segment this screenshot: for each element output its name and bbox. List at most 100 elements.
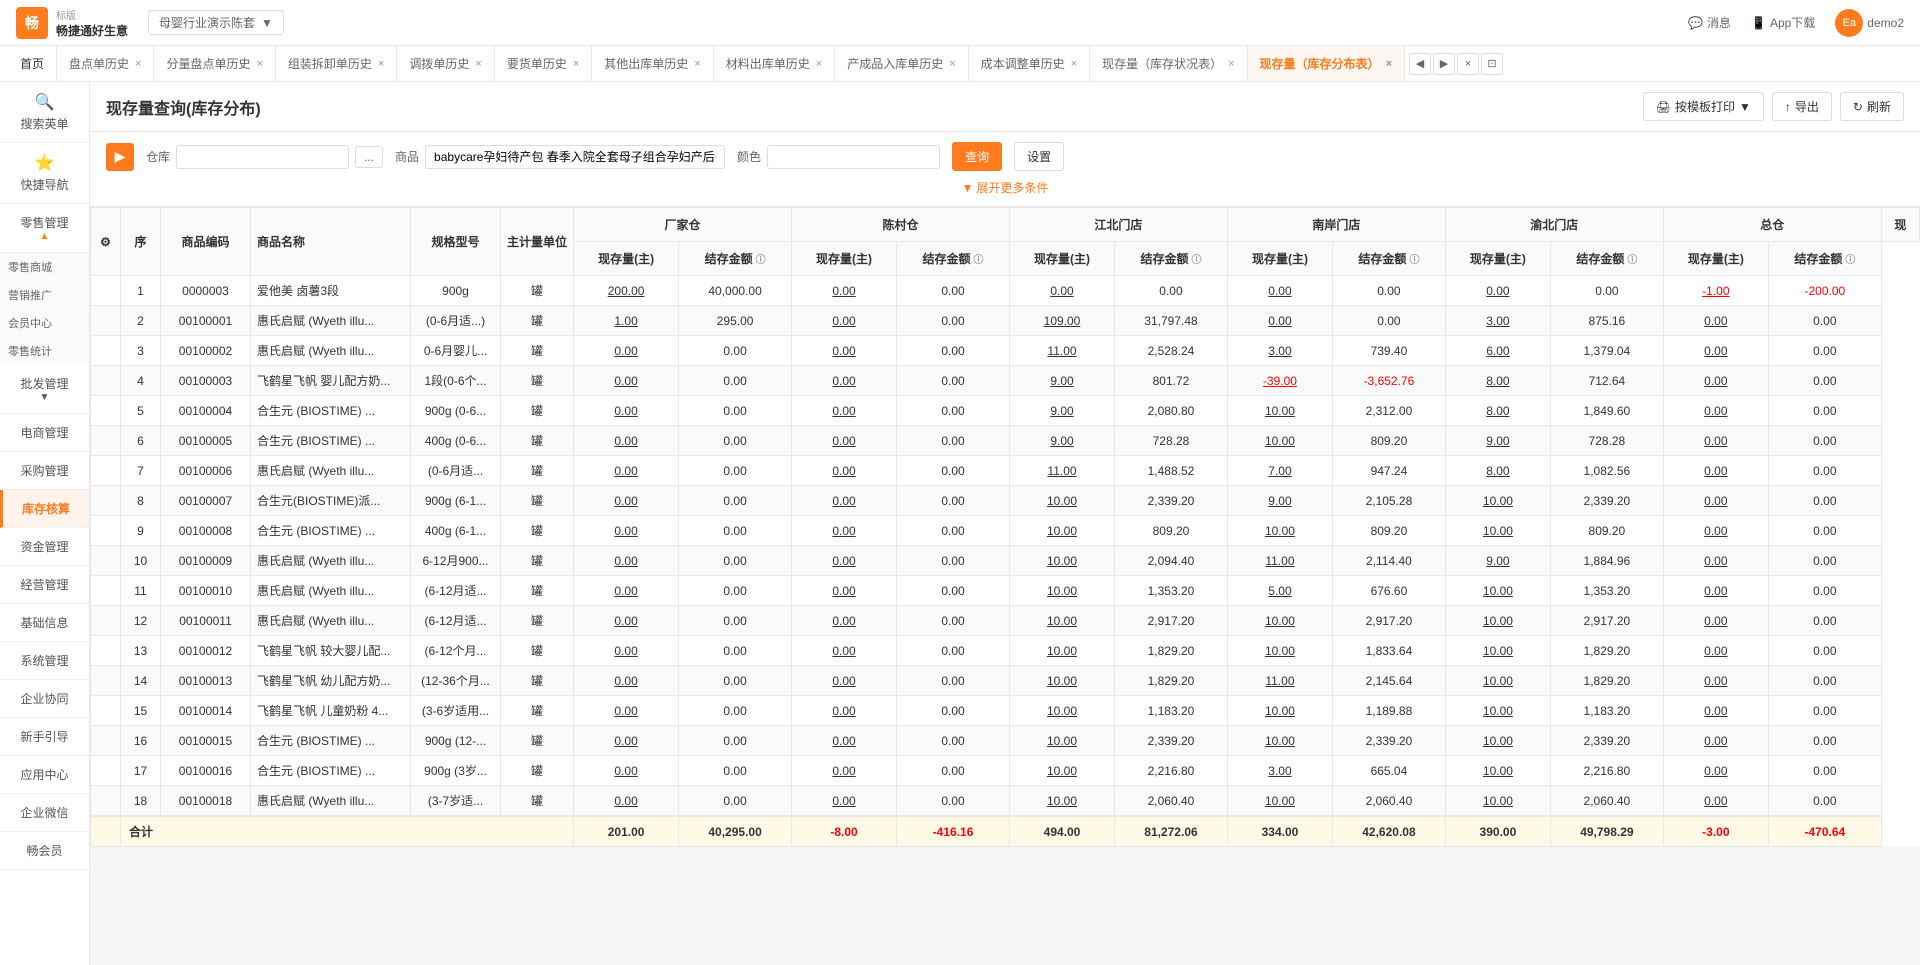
cell-wh5-qty[interactable]: 10.00 — [1445, 726, 1550, 756]
cell-wh4-qty[interactable]: 7.00 — [1227, 456, 1332, 486]
cell-wh3-qty[interactable]: 9.00 — [1009, 426, 1114, 456]
cell-wh5-qty[interactable]: 3.00 — [1445, 306, 1550, 336]
sidebar-item-operation[interactable]: 经营管理 — [0, 566, 89, 604]
color-input[interactable] — [767, 145, 940, 169]
cell-wh3-qty[interactable]: 10.00 — [1009, 726, 1114, 756]
cell-wh1-qty[interactable]: 0.00 — [574, 546, 679, 576]
wh2-amt-info[interactable]: ⓘ — [974, 255, 984, 266]
tab-close-requisition[interactable]: × — [573, 58, 579, 70]
cell-wh2-qty[interactable]: 0.00 — [791, 636, 896, 666]
tab-close-partial-check[interactable]: × — [256, 58, 262, 70]
cell-wh6-qty[interactable]: 0.00 — [1663, 516, 1768, 546]
cell-wh2-qty[interactable]: 0.00 — [791, 426, 896, 456]
cell-wh3-qty[interactable]: 10.00 — [1009, 576, 1114, 606]
cell-wh1-qty[interactable]: 0.00 — [574, 486, 679, 516]
cell-wh5-qty[interactable]: 10.00 — [1445, 756, 1550, 786]
tab-close-stock-dist[interactable]: × — [1386, 58, 1392, 70]
sidebar-item-shortcut[interactable]: ⭐ 快捷导航 — [0, 143, 89, 204]
cell-wh2-qty[interactable]: 0.00 — [791, 486, 896, 516]
cell-wh1-qty[interactable]: 0.00 — [574, 576, 679, 606]
cell-wh3-qty[interactable]: 10.00 — [1009, 546, 1114, 576]
cell-wh3-qty[interactable]: 10.00 — [1009, 516, 1114, 546]
cell-wh5-qty[interactable]: 6.00 — [1445, 336, 1550, 366]
app-download-btn[interactable]: 📱 App下载 — [1751, 14, 1815, 31]
warehouse-input[interactable] — [176, 145, 349, 169]
sidebar-item-purchase[interactable]: 采购管理 — [0, 452, 89, 490]
tab-stock-dist[interactable]: 现存量（库存分布表） × — [1248, 46, 1405, 82]
wh1-amt-info[interactable]: ⓘ — [756, 255, 766, 266]
cell-wh3-qty[interactable]: 10.00 — [1009, 756, 1114, 786]
cell-wh2-qty[interactable]: 0.00 — [791, 606, 896, 636]
cell-wh2-qty[interactable]: 0.00 — [791, 576, 896, 606]
cell-wh1-qty[interactable]: 0.00 — [574, 336, 679, 366]
print-btn[interactable]: 🖨 按模板打印 ▼ — [1643, 92, 1764, 121]
cell-wh4-qty[interactable]: 0.00 — [1227, 276, 1332, 306]
wh3-amt-info[interactable]: ⓘ — [1191, 255, 1201, 266]
cell-wh4-qty[interactable]: 10.00 — [1227, 606, 1332, 636]
cell-wh3-qty[interactable]: 10.00 — [1009, 666, 1114, 696]
tab-product-in[interactable]: 产成品入库单历史 × — [835, 46, 968, 82]
cell-wh4-qty[interactable]: 11.00 — [1227, 546, 1332, 576]
table-area[interactable]: ⚙ 序 商品编码 商品名称 规格型号 主计量单位 厂家仓 陈村仓 江北门店 南岸… — [90, 207, 1920, 965]
sidebar-item-enterprise-wechat[interactable]: 企业微信 — [0, 794, 89, 832]
tab-prev-btn[interactable]: ◀ — [1409, 53, 1431, 75]
cell-wh2-qty[interactable]: 0.00 — [791, 666, 896, 696]
tab-requisition[interactable]: 要货单历史 × — [495, 46, 592, 82]
user-menu[interactable]: Ea demo2 — [1835, 9, 1904, 37]
tab-close-stock-status[interactable]: × — [1228, 58, 1234, 70]
cell-wh5-qty[interactable]: 10.00 — [1445, 666, 1550, 696]
cell-wh5-qty[interactable]: 8.00 — [1445, 366, 1550, 396]
cell-wh6-qty[interactable]: 0.00 — [1663, 696, 1768, 726]
cell-wh1-qty[interactable]: 0.00 — [574, 786, 679, 817]
cell-wh1-qty[interactable]: 0.00 — [574, 456, 679, 486]
message-btn[interactable]: 💬 消息 — [1688, 14, 1731, 31]
refresh-btn[interactable]: ↻ 刷新 — [1840, 92, 1904, 121]
cell-wh4-qty[interactable]: -39.00 — [1227, 366, 1332, 396]
cell-wh6-qty[interactable]: 0.00 — [1663, 426, 1768, 456]
settings-btn[interactable]: 设置 — [1014, 142, 1064, 171]
cell-wh6-qty[interactable]: 0.00 — [1663, 786, 1768, 817]
cell-wh1-qty[interactable]: 0.00 — [574, 666, 679, 696]
tab-partial-check[interactable]: 分量盘点单历史 × — [154, 46, 275, 82]
cell-wh1-qty[interactable]: 0.00 — [574, 366, 679, 396]
sidebar-item-base[interactable]: 基础信息 — [0, 604, 89, 642]
cell-wh6-qty[interactable]: 0.00 — [1663, 366, 1768, 396]
sidebar-item-member2[interactable]: 畅会员 — [0, 832, 89, 870]
cell-wh5-qty[interactable]: 10.00 — [1445, 696, 1550, 726]
cell-wh6-qty[interactable]: 0.00 — [1663, 486, 1768, 516]
cell-wh2-qty[interactable]: 0.00 — [791, 756, 896, 786]
tab-combo[interactable]: 组装拆卸单历史 × — [276, 46, 397, 82]
cell-wh2-qty[interactable]: 0.00 — [791, 726, 896, 756]
cell-wh4-qty[interactable]: 10.00 — [1227, 636, 1332, 666]
tab-transfer[interactable]: 调拨单历史 × — [397, 46, 494, 82]
cell-wh1-qty[interactable]: 1.00 — [574, 306, 679, 336]
cell-wh6-qty[interactable]: 0.00 — [1663, 636, 1768, 666]
cell-wh2-qty[interactable]: 0.00 — [791, 396, 896, 426]
tab-close-material-out[interactable]: × — [816, 58, 822, 70]
cell-wh6-qty[interactable]: 0.00 — [1663, 756, 1768, 786]
wh5-amt-info[interactable]: ⓘ — [1627, 255, 1637, 266]
tab-inventory-check[interactable]: 盘点单历史 × — [57, 46, 154, 82]
cell-wh5-qty[interactable]: 9.00 — [1445, 546, 1550, 576]
cell-wh4-qty[interactable]: 10.00 — [1227, 786, 1332, 817]
sidebar-item-guide[interactable]: 新手引导 — [0, 718, 89, 756]
cell-wh6-qty[interactable]: 0.00 — [1663, 306, 1768, 336]
cell-wh1-qty[interactable]: 0.00 — [574, 426, 679, 456]
tab-other-out[interactable]: 其他出库单历史 × — [592, 46, 713, 82]
cell-wh1-qty[interactable]: 0.00 — [574, 726, 679, 756]
cell-wh6-qty[interactable]: 0.00 — [1663, 606, 1768, 636]
sidebar-item-wholesale[interactable]: 批发管理 ▼ — [0, 365, 89, 414]
cell-wh4-qty[interactable]: 10.00 — [1227, 726, 1332, 756]
cell-wh2-qty[interactable]: 0.00 — [791, 516, 896, 546]
cell-wh2-qty[interactable]: 0.00 — [791, 546, 896, 576]
cell-wh3-qty[interactable]: 9.00 — [1009, 396, 1114, 426]
tab-next-btn[interactable]: ▶ — [1433, 53, 1455, 75]
cell-wh6-qty[interactable]: 0.00 — [1663, 396, 1768, 426]
cell-wh3-qty[interactable]: 9.00 — [1009, 366, 1114, 396]
sidebar-item-system[interactable]: 系统管理 — [0, 642, 89, 680]
sidebar-item-inventory[interactable]: 库存核算 — [0, 490, 89, 528]
cell-wh6-qty[interactable]: 0.00 — [1663, 456, 1768, 486]
cell-wh3-qty[interactable]: 10.00 — [1009, 696, 1114, 726]
sidebar-item-finance[interactable]: 资金管理 — [0, 528, 89, 566]
sidebar-item-ecommerce[interactable]: 电商管理 — [0, 414, 89, 452]
